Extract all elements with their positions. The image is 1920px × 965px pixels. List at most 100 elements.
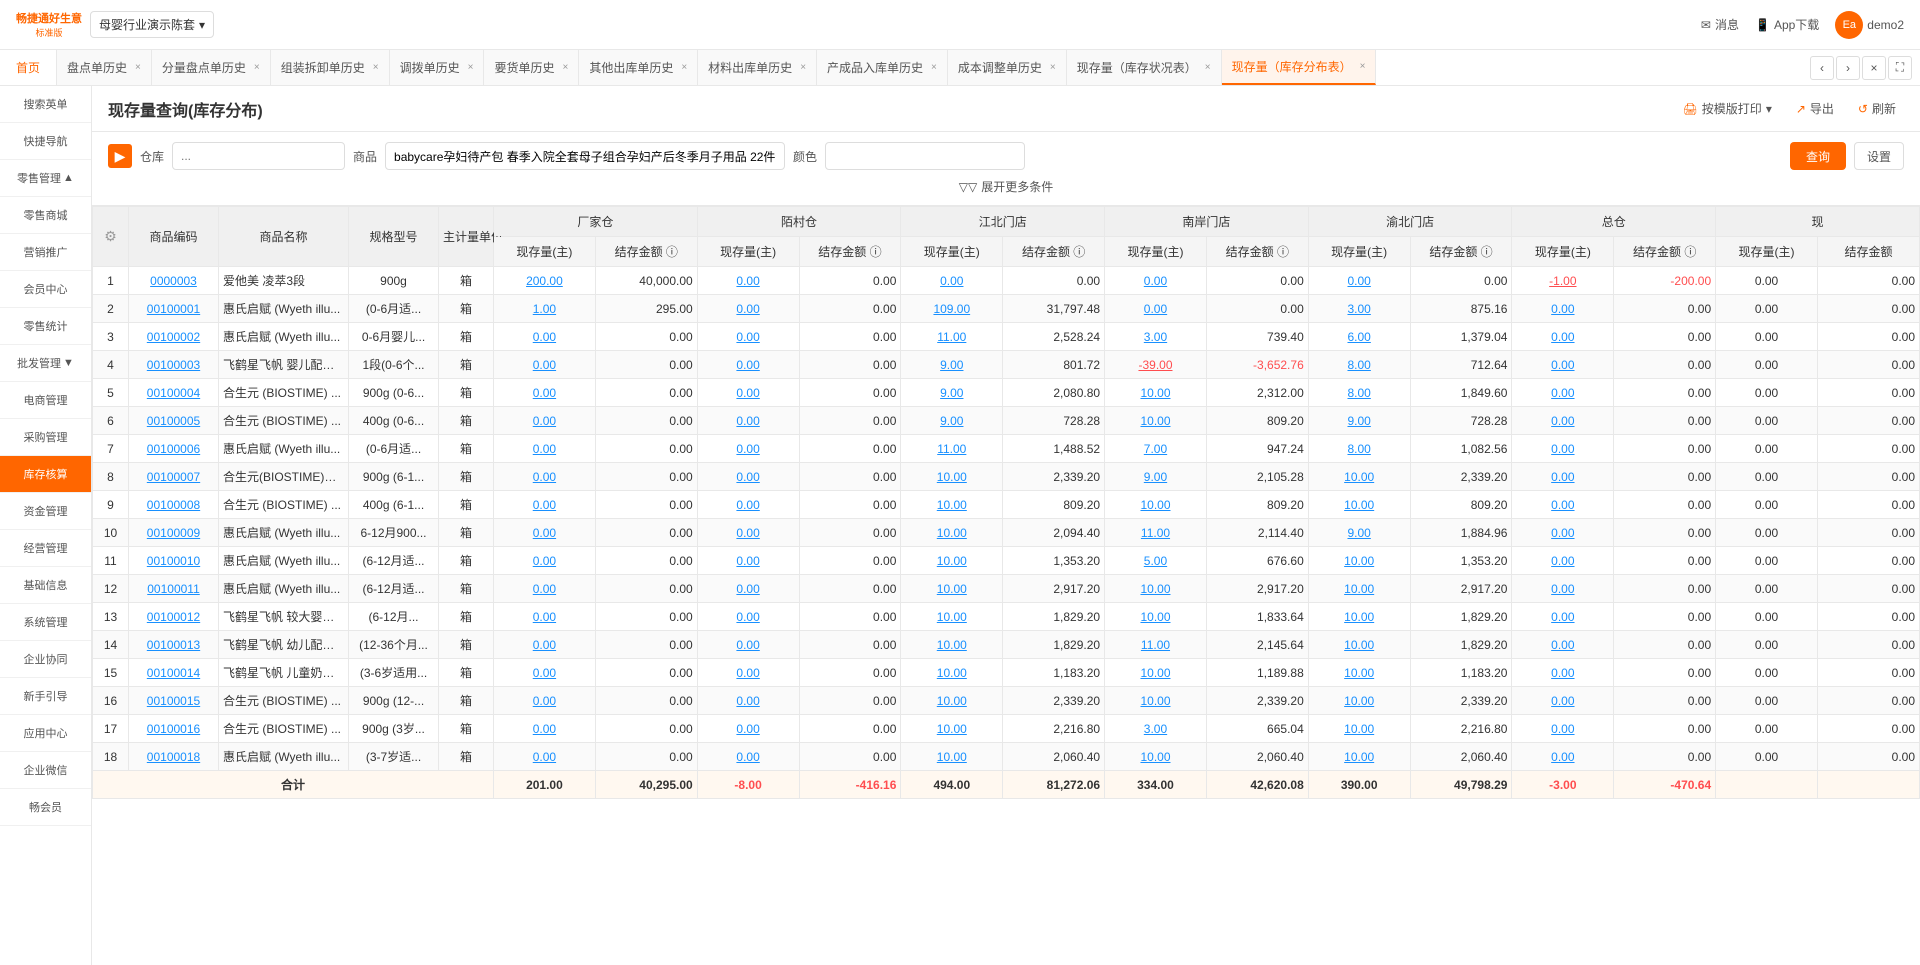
sidebar-item-search[interactable]: 搜索英单 xyxy=(0,86,91,123)
color-input[interactable] xyxy=(825,142,1025,170)
tab-close-4[interactable]: × xyxy=(468,62,474,73)
row-code: 00100005 xyxy=(129,407,219,435)
sidebar-item-wholesale[interactable]: 批发管理 ▼ xyxy=(0,345,91,382)
row-cur-amt: 0.00 xyxy=(1817,323,1919,351)
tab-11[interactable]: 现存量（库存分布表） × xyxy=(1222,50,1377,85)
tab-close-5[interactable]: × xyxy=(562,62,568,73)
sidebar-item-guide[interactable]: 新手引导 xyxy=(0,678,91,715)
tab-8[interactable]: 产成品入库单历史 × xyxy=(817,50,948,85)
sidebar-item-nav[interactable]: 快捷导航 xyxy=(0,123,91,160)
tab-10[interactable]: 现存量（库存状况表） × xyxy=(1067,50,1222,85)
tab-expand-btn[interactable]: ⛶ xyxy=(1888,56,1912,80)
tab-1[interactable]: 盘点单历史 × xyxy=(57,50,152,85)
sidebar-item-system[interactable]: 系统管理 xyxy=(0,604,91,641)
row-yb-amt: 1,379.04 xyxy=(1410,323,1512,351)
search-btn[interactable]: 查询 xyxy=(1790,142,1846,170)
goods-input[interactable] xyxy=(385,142,785,170)
row-jb-amt: 2,339.20 xyxy=(1003,463,1105,491)
row-jb-qty: 10.00 xyxy=(901,463,1003,491)
sidebar-item-wechat[interactable]: 企业微信 xyxy=(0,752,91,789)
row-yb-amt: 809.20 xyxy=(1410,491,1512,519)
settings-btn[interactable]: 设置 xyxy=(1854,142,1904,170)
row-m-qty: 0.00 xyxy=(697,351,799,379)
message-btn[interactable]: ✉ 消息 xyxy=(1701,16,1739,33)
row-yb-qty: 10.00 xyxy=(1308,687,1410,715)
collapse-btn[interactable]: ▶ xyxy=(108,144,132,168)
row-f-qty: 0.00 xyxy=(494,407,596,435)
table-row: 4 00100003 飞鹤星飞帆 婴儿配方奶... 1段(0-6个... 箱 0… xyxy=(93,351,1920,379)
sidebar-item-mall[interactable]: 零售商城 xyxy=(0,197,91,234)
export-btn[interactable]: ↗ 导出 xyxy=(1788,96,1842,121)
row-m-qty: 0.00 xyxy=(697,659,799,687)
row-nb-qty: 10.00 xyxy=(1105,603,1207,631)
tab-6[interactable]: 其他出库单历史 × xyxy=(579,50,698,85)
row-m-amt: 0.00 xyxy=(799,295,901,323)
tab-close-10[interactable]: × xyxy=(1205,62,1211,73)
tab-9[interactable]: 成本调整单历史 × xyxy=(948,50,1067,85)
row-spec: (6-12月... xyxy=(349,603,439,631)
tab-close-8[interactable]: × xyxy=(931,62,937,73)
tab-3[interactable]: 组装拆卸单历史 × xyxy=(271,50,390,85)
expand-row[interactable]: ▽▽ 展开更多条件 xyxy=(108,178,1904,195)
sidebar-item-operation[interactable]: 经营管理 xyxy=(0,530,91,567)
tab-close-9[interactable]: × xyxy=(1050,62,1056,73)
chevron-down-icon: ▾ xyxy=(1766,102,1772,116)
warehouse-input[interactable] xyxy=(172,142,345,170)
row-yb-amt: 712.64 xyxy=(1410,351,1512,379)
col-settings[interactable]: ⚙ xyxy=(93,207,129,267)
sidebar-item-marketing[interactable]: 营销推广 xyxy=(0,234,91,271)
sidebar-item-inventory[interactable]: 库存核算 xyxy=(0,456,91,493)
sidebar-item-vip[interactable]: 畅会员 xyxy=(0,789,91,826)
yb-qty-header: 现存量(主) xyxy=(1308,237,1410,267)
tab-prev-btn[interactable]: ‹ xyxy=(1810,56,1834,80)
row-cur-qty: 0.00 xyxy=(1716,435,1818,463)
tab-home[interactable]: 首页 xyxy=(0,50,57,85)
sidebar-item-apps[interactable]: 应用中心 xyxy=(0,715,91,752)
tab-close-1[interactable]: × xyxy=(135,62,141,73)
tab-close-2[interactable]: × xyxy=(254,62,260,73)
row-nb-qty: 0.00 xyxy=(1105,267,1207,295)
col-warehouse-total: 总仓 xyxy=(1512,207,1716,237)
tab-close-6[interactable]: × xyxy=(681,62,687,73)
sidebar-item-retail-stats[interactable]: 零售统计 xyxy=(0,308,91,345)
logo-area: 畅捷通好生意 标准版 xyxy=(16,10,82,39)
sidebar-item-member[interactable]: 会员中心 xyxy=(0,271,91,308)
sidebar-item-ecommerce[interactable]: 电商管理 xyxy=(0,382,91,419)
tab-5[interactable]: 要货单历史 × xyxy=(484,50,579,85)
sidebar-item-finance[interactable]: 资金管理 xyxy=(0,493,91,530)
row-jb-amt: 2,339.20 xyxy=(1003,687,1105,715)
sidebar-item-basic[interactable]: 基础信息 xyxy=(0,567,91,604)
col-warehouse-5: 渝北门店 xyxy=(1308,207,1512,237)
sidebar-item-purchase[interactable]: 采购管理 xyxy=(0,419,91,456)
row-f-qty: 0.00 xyxy=(494,575,596,603)
tab-4[interactable]: 调拨单历史 × xyxy=(390,50,485,85)
user-profile[interactable]: Ea demo2 xyxy=(1835,11,1904,39)
warehouse-label: 仓库 xyxy=(140,148,164,165)
app-download-btn[interactable]: 📱 App下载 xyxy=(1755,16,1819,33)
row-no: 4 xyxy=(93,351,129,379)
tab-close-7[interactable]: × xyxy=(800,62,806,73)
sidebar-item-retail[interactable]: 零售管理 ▲ xyxy=(0,160,91,197)
tab-next-btn[interactable]: › xyxy=(1836,56,1860,80)
row-nb-amt: 0.00 xyxy=(1206,267,1308,295)
row-code: 00100006 xyxy=(129,435,219,463)
row-nb-qty: -39.00 xyxy=(1105,351,1207,379)
row-yb-qty: 9.00 xyxy=(1308,407,1410,435)
tenant-selector[interactable]: 母婴行业演示陈套 ▾ xyxy=(90,11,214,38)
tab-close-all-btn[interactable]: × xyxy=(1862,56,1886,80)
row-t-amt: 0.00 xyxy=(1614,295,1716,323)
row-t-qty: 0.00 xyxy=(1512,659,1614,687)
tab-7[interactable]: 材料出库单历史 × xyxy=(698,50,817,85)
row-yb-qty: 10.00 xyxy=(1308,547,1410,575)
tab-close-11[interactable]: × xyxy=(1360,61,1366,72)
row-no: 18 xyxy=(93,743,129,771)
tab-2[interactable]: 分量盘点单历史 × xyxy=(152,50,271,85)
sidebar-item-collab[interactable]: 企业协同 xyxy=(0,641,91,678)
row-t-qty: 0.00 xyxy=(1512,715,1614,743)
row-m-amt: 0.00 xyxy=(799,379,901,407)
print-btn[interactable]: 🖨 按模版打印 ▾ xyxy=(1675,96,1780,121)
row-nb-amt: 947.24 xyxy=(1206,435,1308,463)
row-m-qty: 0.00 xyxy=(697,603,799,631)
tab-close-3[interactable]: × xyxy=(373,62,379,73)
refresh-btn[interactable]: ↺ 刷新 xyxy=(1850,96,1904,121)
